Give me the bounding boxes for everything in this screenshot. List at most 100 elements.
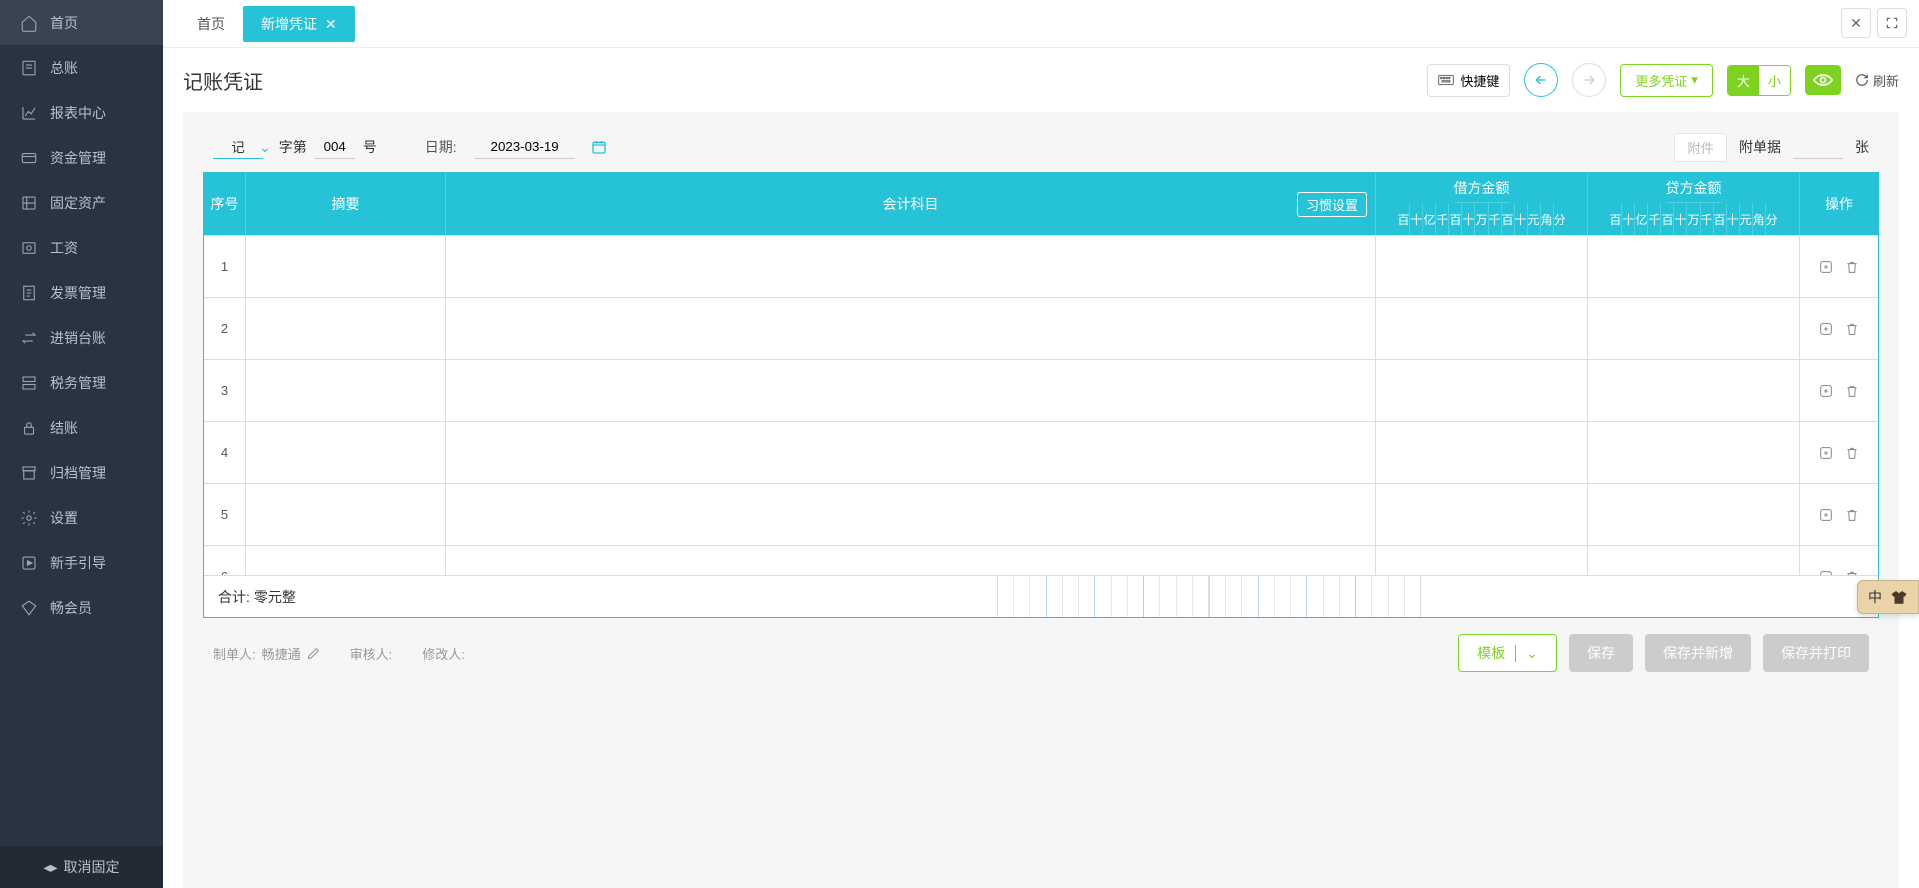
sidebar-item-member[interactable]: 畅会员 <box>0 585 163 630</box>
preview-button[interactable] <box>1805 65 1841 95</box>
delete-row-icon[interactable] <box>1843 506 1861 524</box>
shortcut-button[interactable]: 快捷键 <box>1427 64 1510 97</box>
page-title: 记账凭证 <box>183 66 263 95</box>
ledger-icon <box>20 59 38 77</box>
receipt-count-input[interactable] <box>1793 135 1843 159</box>
habit-settings-button[interactable]: 习惯设置 <box>1297 192 1367 217</box>
add-row-icon[interactable] <box>1817 320 1835 338</box>
delete-row-icon[interactable] <box>1843 258 1861 276</box>
sidebar-unpin-button[interactable]: ◂▸ 取消固定 <box>0 846 163 888</box>
prev-voucher-button[interactable] <box>1524 63 1558 97</box>
more-voucher-button[interactable]: 更多凭证 ▾ <box>1620 64 1713 97</box>
add-row-icon[interactable] <box>1817 506 1835 524</box>
template-button[interactable]: 模板 ⌄ <box>1458 634 1557 672</box>
sidebar-item-tax[interactable]: 税务管理 <box>0 360 163 405</box>
subject-cell[interactable] <box>446 298 1376 359</box>
debit-cell[interactable] <box>1376 360 1588 421</box>
add-row-icon[interactable] <box>1817 444 1835 462</box>
sidebar-item-settings[interactable]: 设置 <box>0 495 163 540</box>
maker-value: 畅捷通 <box>262 644 301 663</box>
tab-new-voucher[interactable]: 新增凭证 ✕ <box>243 6 355 42</box>
voucher-date-input[interactable] <box>475 135 575 159</box>
voucher-header: ⌄ 字第 号 日期: 附件 附单据 张 <box>203 132 1879 172</box>
summary-cell[interactable] <box>246 360 446 421</box>
sidebar-label: 报表中心 <box>50 103 106 123</box>
subject-cell[interactable] <box>446 484 1376 545</box>
auditor-label: 审核人: <box>350 644 393 663</box>
chevron-down-icon[interactable]: ⌄ <box>1515 645 1538 662</box>
debit-cell[interactable] <box>1376 298 1588 359</box>
sidebar-item-guide[interactable]: 新手引导 <box>0 540 163 585</box>
invoice-icon <box>20 284 38 302</box>
row-seq: 2 <box>204 298 246 359</box>
add-row-icon[interactable] <box>1817 258 1835 276</box>
sidebar-item-close-books[interactable]: 结账 <box>0 405 163 450</box>
close-icon[interactable]: ✕ <box>325 6 337 42</box>
subject-cell[interactable] <box>446 236 1376 297</box>
credit-cell[interactable] <box>1588 422 1800 483</box>
credit-cell[interactable] <box>1588 236 1800 297</box>
play-icon <box>20 554 38 572</box>
next-voucher-button[interactable] <box>1572 63 1606 97</box>
summary-cell[interactable] <box>246 546 446 575</box>
add-row-icon[interactable] <box>1817 568 1835 576</box>
sidebar-item-invoice[interactable]: 发票管理 <box>0 270 163 315</box>
delete-row-icon[interactable] <box>1843 568 1861 576</box>
calendar-icon[interactable] <box>591 139 607 155</box>
voucher-type-input[interactable] <box>213 135 263 159</box>
credit-cell[interactable] <box>1588 546 1800 575</box>
row-seq: 4 <box>204 422 246 483</box>
fullscreen-button[interactable] <box>1877 8 1907 38</box>
debit-cell[interactable] <box>1376 546 1588 575</box>
sidebar-item-fund[interactable]: 资金管理 <box>0 135 163 180</box>
voucher-number-input[interactable] <box>315 135 355 159</box>
table-row: 6 <box>204 545 1878 575</box>
row-seq: 1 <box>204 236 246 297</box>
sidebar-item-asset[interactable]: 固定资产 <box>0 180 163 225</box>
sidebar-item-ledger[interactable]: 总账 <box>0 45 163 90</box>
th-seq: 序号 <box>204 173 246 235</box>
summary-cell[interactable] <box>246 236 446 297</box>
sidebar-item-report[interactable]: 报表中心 <box>0 90 163 135</box>
size-small-button[interactable]: 小 <box>1759 66 1790 95</box>
save-print-button[interactable]: 保存并打印 <box>1763 634 1869 672</box>
credit-cell[interactable] <box>1588 360 1800 421</box>
delete-row-icon[interactable] <box>1843 444 1861 462</box>
tab-home[interactable]: 首页 <box>179 6 243 42</box>
sidebar-label: 总账 <box>50 58 78 78</box>
sidebar-item-archive[interactable]: 归档管理 <box>0 450 163 495</box>
tab-label: 新增凭证 <box>261 6 317 42</box>
archive-icon <box>20 464 38 482</box>
delete-row-icon[interactable] <box>1843 382 1861 400</box>
summary-input[interactable] <box>250 240 441 293</box>
sidebar-item-home[interactable]: 首页 <box>0 0 163 45</box>
sidebar-label: 新手引导 <box>50 553 106 573</box>
debit-cell[interactable] <box>1376 236 1588 297</box>
edit-icon[interactable] <box>307 647 320 660</box>
add-row-icon[interactable] <box>1817 382 1835 400</box>
chevron-down-icon[interactable]: ⌄ <box>259 139 271 156</box>
subject-cell[interactable] <box>446 546 1376 575</box>
credit-cell[interactable] <box>1588 298 1800 359</box>
summary-cell[interactable] <box>246 422 446 483</box>
subject-cell[interactable] <box>446 360 1376 421</box>
summary-cell[interactable] <box>246 484 446 545</box>
delete-row-icon[interactable] <box>1843 320 1861 338</box>
credit-cell[interactable] <box>1588 484 1800 545</box>
number-suffix: 号 <box>363 137 377 157</box>
debit-cell[interactable] <box>1376 422 1588 483</box>
debit-cell[interactable] <box>1376 484 1588 545</box>
save-button[interactable]: 保存 <box>1569 634 1633 672</box>
ime-widget[interactable]: 中 <box>1857 580 1919 614</box>
th-debit: 借方金额 百十亿千百十万千百十元角分 <box>1376 173 1588 235</box>
subject-cell[interactable] <box>446 422 1376 483</box>
attachment-button[interactable]: 附件 <box>1674 133 1727 162</box>
th-subject: 会计科目 习惯设置 <box>446 173 1376 235</box>
size-large-button[interactable]: 大 <box>1728 66 1759 95</box>
sidebar-item-wage[interactable]: 工资 <box>0 225 163 270</box>
summary-cell[interactable] <box>246 298 446 359</box>
sidebar-item-purchase[interactable]: 进销台账 <box>0 315 163 360</box>
save-new-button[interactable]: 保存并新增 <box>1645 634 1751 672</box>
close-panel-button[interactable]: ✕ <box>1841 8 1871 38</box>
refresh-button[interactable]: 刷新 <box>1855 71 1899 90</box>
